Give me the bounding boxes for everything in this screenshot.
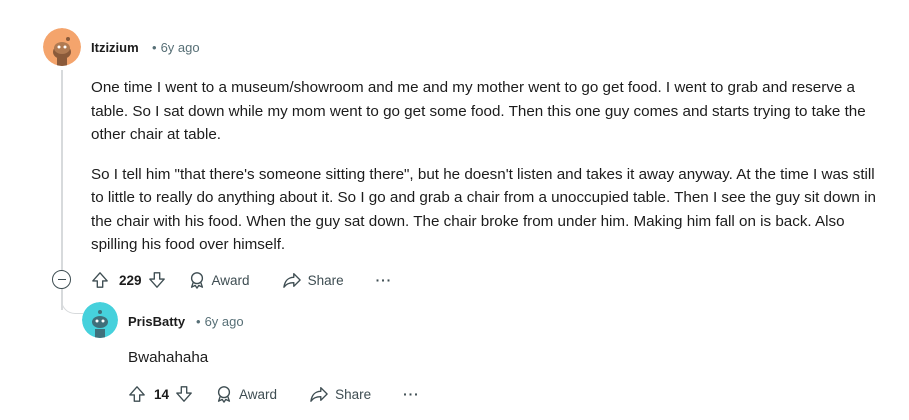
comment-action-bar: 229 Award Share ··· bbox=[91, 266, 392, 294]
vote-count: 229 bbox=[119, 272, 142, 288]
more-options-button[interactable]: ··· bbox=[403, 387, 420, 402]
thread-line-reply-curve bbox=[61, 294, 83, 314]
avatar[interactable] bbox=[82, 302, 118, 338]
award-label: Award bbox=[239, 386, 278, 402]
more-options-button[interactable]: ··· bbox=[376, 273, 393, 288]
more-icon: ··· bbox=[403, 386, 420, 402]
comment-age[interactable]: 6y ago bbox=[205, 314, 244, 329]
collapse-button[interactable] bbox=[52, 270, 71, 289]
comment-age[interactable]: 6y ago bbox=[161, 40, 200, 55]
comment-meta: • 6y ago bbox=[196, 314, 244, 329]
award-icon bbox=[190, 272, 203, 289]
award-icon bbox=[217, 386, 231, 403]
share-button[interactable]: Share bbox=[309, 385, 371, 403]
comment-author[interactable]: PrisBatty bbox=[128, 314, 185, 329]
downvote-button[interactable] bbox=[148, 271, 166, 289]
collapse-icon bbox=[57, 278, 66, 281]
award-button[interactable]: Award bbox=[215, 385, 277, 403]
comment-author[interactable]: Itzizium bbox=[91, 40, 139, 55]
upvote-button[interactable] bbox=[128, 385, 146, 403]
downvote-button[interactable] bbox=[175, 385, 193, 403]
snoo-avatar-icon bbox=[43, 28, 81, 66]
share-icon bbox=[282, 273, 301, 288]
downvote-icon bbox=[176, 386, 192, 402]
share-icon bbox=[310, 387, 328, 402]
comment-paragraph: Bwahahaha bbox=[128, 349, 209, 366]
vote-count: 14 bbox=[154, 386, 170, 402]
comment-action-bar: 14 Award Share ··· bbox=[128, 380, 420, 408]
comment-body: Bwahahaha bbox=[128, 346, 828, 370]
comment-paragraph: So I tell him "that there's someone sitt… bbox=[91, 165, 876, 254]
more-icon: ··· bbox=[375, 272, 393, 288]
share-label: Share bbox=[307, 272, 344, 288]
award-button[interactable]: Award bbox=[188, 271, 250, 289]
upvote-icon bbox=[92, 272, 108, 288]
downvote-icon bbox=[148, 272, 165, 288]
thread-line-main[interactable] bbox=[61, 70, 63, 270]
award-label: Award bbox=[211, 272, 250, 288]
share-label: Share bbox=[335, 386, 372, 402]
meta-separator: • bbox=[196, 314, 201, 329]
upvote-icon bbox=[129, 386, 145, 402]
upvote-button[interactable] bbox=[91, 271, 109, 289]
comment-body: One time I went to a museum/showroom and… bbox=[91, 76, 881, 257]
avatar[interactable] bbox=[43, 28, 81, 66]
comment-meta: • 6y ago bbox=[152, 40, 200, 55]
share-button[interactable]: Share bbox=[282, 271, 344, 289]
comment-paragraph: One time I went to a museum/showroom and… bbox=[91, 79, 866, 143]
meta-separator: • bbox=[152, 40, 157, 55]
snoo-avatar-icon bbox=[82, 302, 118, 338]
